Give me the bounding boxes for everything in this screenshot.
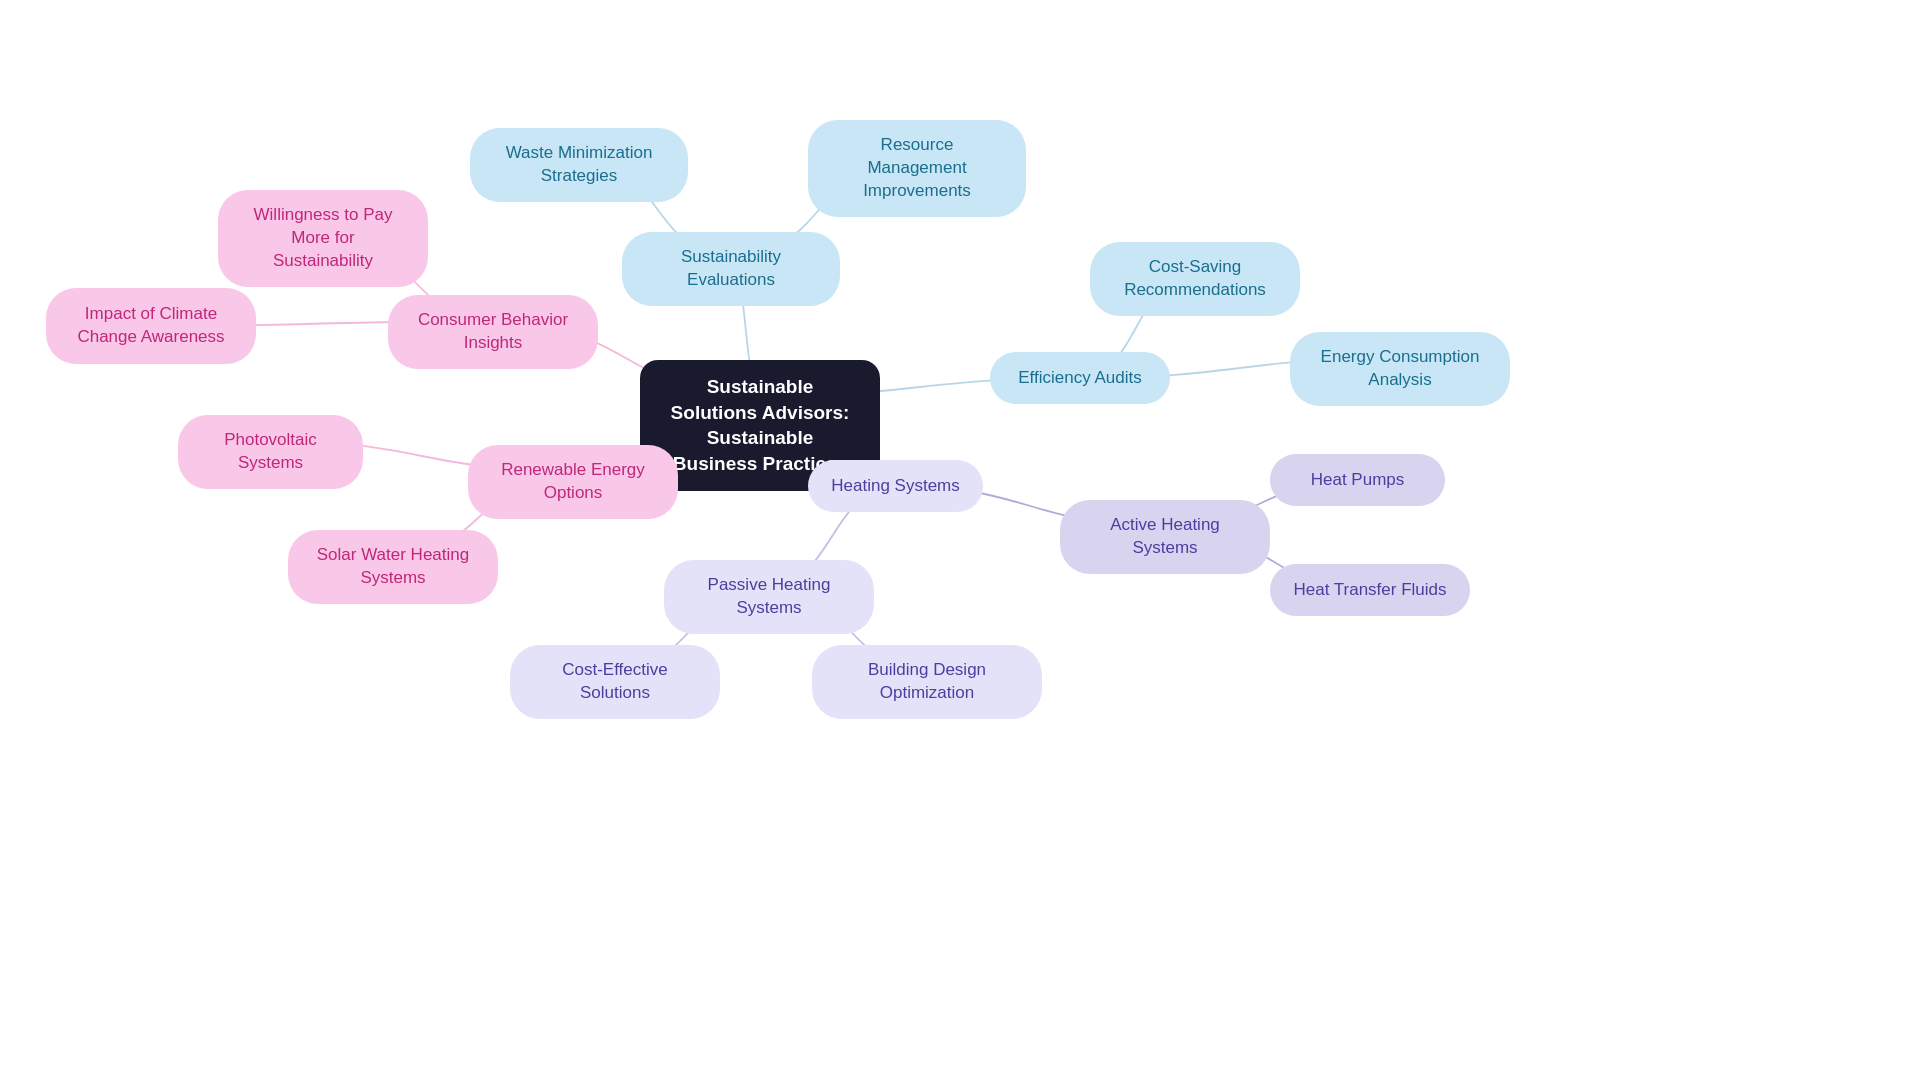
node-photovoltaic[interactable]: Photovoltaic Systems bbox=[178, 415, 363, 489]
node-willingness_pay[interactable]: Willingness to Pay More for Sustainabili… bbox=[218, 190, 428, 287]
node-cost_saving[interactable]: Cost-Saving Recommendations bbox=[1090, 242, 1300, 316]
node-heating_systems[interactable]: Heating Systems bbox=[808, 460, 983, 512]
node-climate_impact[interactable]: Impact of Climate Change Awareness bbox=[46, 288, 256, 364]
node-renewable_energy[interactable]: Renewable Energy Options bbox=[468, 445, 678, 519]
node-building_design[interactable]: Building Design Optimization bbox=[812, 645, 1042, 719]
node-passive_heating[interactable]: Passive Heating Systems bbox=[664, 560, 874, 634]
node-consumer_behavior[interactable]: Consumer Behavior Insights bbox=[388, 295, 598, 369]
node-energy_consumption[interactable]: Energy Consumption Analysis bbox=[1290, 332, 1510, 406]
node-resource_management[interactable]: Resource Management Improvements bbox=[808, 120, 1026, 217]
node-cost_effective[interactable]: Cost-Effective Solutions bbox=[510, 645, 720, 719]
node-active_heating[interactable]: Active Heating Systems bbox=[1060, 500, 1270, 574]
node-solar_water[interactable]: Solar Water Heating Systems bbox=[288, 530, 498, 604]
node-waste_minimization[interactable]: Waste Minimization Strategies bbox=[470, 128, 688, 202]
node-sustainability_evaluations[interactable]: Sustainability Evaluations bbox=[622, 232, 840, 306]
node-heat_pumps[interactable]: Heat Pumps bbox=[1270, 454, 1445, 506]
node-efficiency_audits[interactable]: Efficiency Audits bbox=[990, 352, 1170, 404]
node-heat_transfer[interactable]: Heat Transfer Fluids bbox=[1270, 564, 1470, 616]
